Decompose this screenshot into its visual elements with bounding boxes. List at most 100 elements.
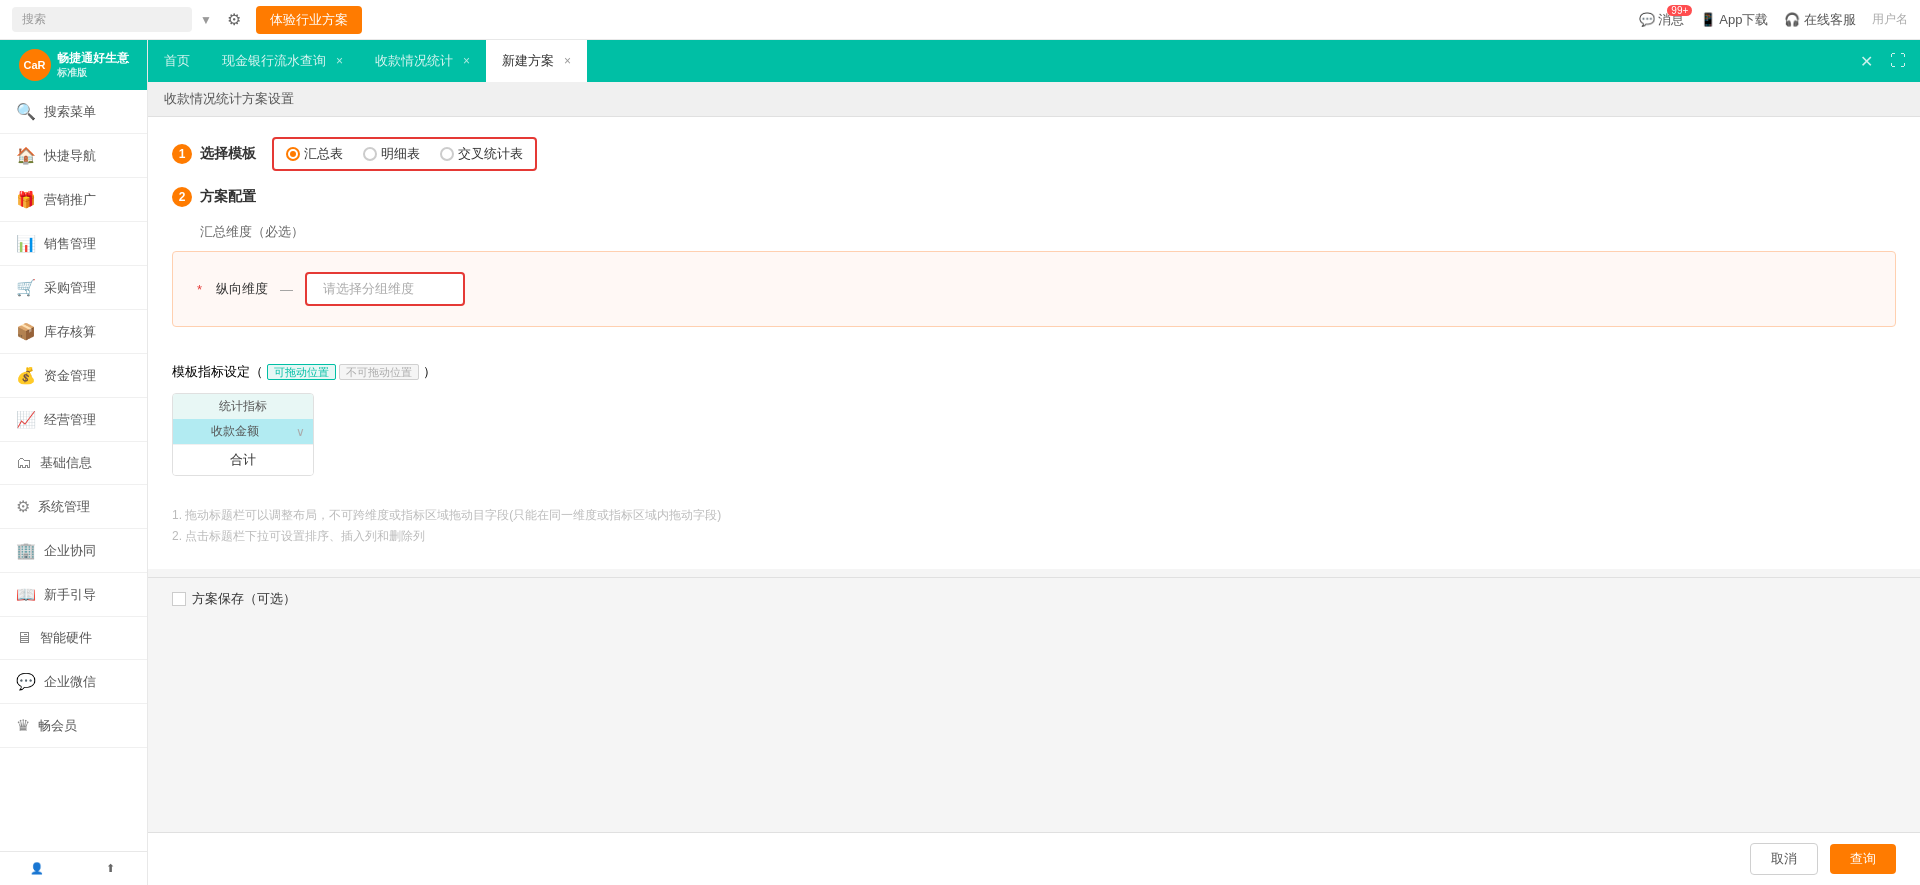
sidebar-item-guide[interactable]: 📖 新手引导 xyxy=(0,573,147,617)
tip-line-2: 2. 点击标题栏下拉可设置排序、插入列和删除列 xyxy=(172,528,1896,545)
user-name[interactable]: 用户名 xyxy=(1872,11,1908,28)
download-icon: 📱 xyxy=(1700,12,1716,27)
summary-dim-title: 汇总维度（必选） xyxy=(172,223,1896,241)
sidebar-item-label: 基础信息 xyxy=(40,454,92,472)
sidebar-item-inventory[interactable]: 📦 库存核算 xyxy=(0,310,147,354)
sidebar-item-basic[interactable]: 🗂 基础信息 xyxy=(0,442,147,485)
guide-icon: 📖 xyxy=(16,585,36,604)
member-icon: ♛ xyxy=(16,716,30,735)
stats-label: 统计指标 xyxy=(219,399,267,413)
purchase-icon: 🛒 xyxy=(16,278,36,297)
sidebar-item-member[interactable]: ♛ 畅会员 xyxy=(0,704,147,748)
home-icon: 🏠 xyxy=(16,146,36,165)
tab-newplan-close[interactable]: × xyxy=(564,54,571,68)
basic-icon: 🗂 xyxy=(16,454,32,472)
template-radio-group: 汇总表 明细表 交叉统计表 xyxy=(272,137,537,171)
config-area: 汇总维度（必选） * 纵向维度 — 请选择分组维度 xyxy=(172,223,1896,327)
finance-icon: 💰 xyxy=(16,366,36,385)
tab-close-btn[interactable]: ✕ xyxy=(1852,47,1880,75)
save-checkbox[interactable] xyxy=(172,592,186,606)
sidebar-logo: CaR 畅捷通好生意 标准版 xyxy=(0,40,147,90)
sidebar-item-purchase[interactable]: 🛒 采购管理 xyxy=(0,266,147,310)
service-label: 在线客服 xyxy=(1804,12,1856,27)
sidebar: CaR 畅捷通好生意 标准版 🔍 搜索菜单 🏠 快捷导航 🎁 营销推广 📊 销售… xyxy=(0,40,148,885)
sidebar-item-label: 快捷导航 xyxy=(44,147,96,165)
radio-cross-circle xyxy=(440,147,454,161)
radio-cross[interactable]: 交叉统计表 xyxy=(440,145,523,163)
sidebar-bottom: 👤 ⬆ xyxy=(0,851,147,885)
radio-summary-circle xyxy=(286,147,300,161)
radio-detail-label: 明细表 xyxy=(381,145,420,163)
inventory-icon: 📦 xyxy=(16,322,36,341)
col-name-label: 收款金额 xyxy=(173,423,296,440)
vertical-dim-label: 纵向维度 xyxy=(216,280,268,298)
top-header: 搜索 ▼ ⚙ 体验行业方案 💬 99+ 消息 📱 App下载 🎧 在线客服 用户… xyxy=(0,0,1920,40)
system-icon: ⚙ xyxy=(16,497,30,516)
sidebar-item-wechat[interactable]: 💬 企业微信 xyxy=(0,660,147,704)
sales-icon: 📊 xyxy=(16,234,36,253)
step2-label: 方案配置 xyxy=(200,188,256,206)
search-icon: 🔍 xyxy=(16,102,36,121)
sidebar-item-finance[interactable]: 💰 资金管理 xyxy=(0,354,147,398)
main-layout: CaR 畅捷通好生意 标准版 🔍 搜索菜单 🏠 快捷导航 🎁 营销推广 📊 销售… xyxy=(0,40,1920,885)
service-icon: 🎧 xyxy=(1784,12,1800,27)
tab-expand-btn[interactable]: ⛶ xyxy=(1884,47,1912,75)
sidebar-item-sales[interactable]: 📊 销售管理 xyxy=(0,222,147,266)
tab-bar: 首页 现金银行流水查询 × 收款情况统计 × 新建方案 × ✕ ⛶ xyxy=(148,40,1920,82)
sidebar-item-label: 经营管理 xyxy=(44,411,96,429)
dim-select[interactable]: 请选择分组维度 xyxy=(305,272,465,306)
sidebar-item-label: 智能硬件 xyxy=(40,629,92,647)
trial-button[interactable]: 体验行业方案 xyxy=(256,6,362,34)
message-button[interactable]: 💬 99+ 消息 xyxy=(1639,11,1685,29)
sidebar-item-system[interactable]: ⚙ 系统管理 xyxy=(0,485,147,529)
page-breadcrumb: 收款情况统计方案设置 xyxy=(148,82,1920,117)
stats-col-header: 收款金额 ∨ xyxy=(173,419,313,444)
radio-detail-circle xyxy=(363,147,377,161)
sidebar-bottom-upload[interactable]: ⬆ xyxy=(74,852,148,885)
header-right: 💬 99+ 消息 📱 App下载 🎧 在线客服 用户名 xyxy=(1639,11,1908,29)
tab-receipt-label: 收款情况统计 xyxy=(375,52,453,70)
sidebar-item-marketing[interactable]: 🎁 营销推广 xyxy=(0,178,147,222)
tab-home[interactable]: 首页 xyxy=(148,40,206,82)
sidebar-item-enterprise[interactable]: 🏢 企业协同 xyxy=(0,529,147,573)
col-arrow-icon[interactable]: ∨ xyxy=(296,425,305,439)
management-icon: 📈 xyxy=(16,410,36,429)
save-label: 方案保存（可选） xyxy=(192,590,296,608)
step2-row: 2 方案配置 xyxy=(172,187,1896,207)
service-button[interactable]: 🎧 在线客服 xyxy=(1784,11,1856,29)
sidebar-item-label: 企业协同 xyxy=(44,542,96,560)
tab-receipt-close[interactable]: × xyxy=(463,54,470,68)
gear-icon[interactable]: ⚙ xyxy=(220,6,248,34)
sidebar-item-label: 企业微信 xyxy=(44,673,96,691)
query-button[interactable]: 查询 xyxy=(1830,844,1896,874)
sidebar-item-search[interactable]: 🔍 搜索菜单 xyxy=(0,90,147,134)
indicator-settings-label: 模板指标设定（ 可拖动位置 不可拖动位置 ） xyxy=(172,363,436,381)
message-icon: 💬 xyxy=(1639,12,1655,27)
logo-text: 畅捷通好生意 标准版 xyxy=(57,51,129,80)
tab-receipt[interactable]: 收款情况统计 × xyxy=(359,40,486,82)
indicator-section: 模板指标设定（ 可拖动位置 不可拖动位置 ） 统计指标 xyxy=(148,363,1920,495)
step1-row: 1 选择模板 汇总表 明细表 交叉统计表 xyxy=(172,137,1896,171)
cancel-button[interactable]: 取消 xyxy=(1750,843,1818,875)
tab-cashflow-close[interactable]: × xyxy=(336,54,343,68)
sidebar-item-nav[interactable]: 🏠 快捷导航 xyxy=(0,134,147,178)
sidebar-item-label: 搜索菜单 xyxy=(44,103,96,121)
download-button[interactable]: 📱 App下载 xyxy=(1700,11,1768,29)
dim-required-mark: * xyxy=(197,282,202,297)
radio-detail[interactable]: 明细表 xyxy=(363,145,420,163)
tab-cashflow[interactable]: 现金银行流水查询 × xyxy=(206,40,359,82)
step1-badge: 1 xyxy=(172,144,192,164)
marketing-icon: 🎁 xyxy=(16,190,36,209)
movable-tag: 可拖动位置 xyxy=(267,364,336,380)
search-box[interactable]: 搜索 xyxy=(12,7,192,32)
sidebar-item-label: 采购管理 xyxy=(44,279,96,297)
sidebar-item-management[interactable]: 📈 经营管理 xyxy=(0,398,147,442)
tab-newplan[interactable]: 新建方案 × xyxy=(486,40,587,82)
sidebar-bottom-profile[interactable]: 👤 xyxy=(0,852,74,885)
sidebar-item-label: 系统管理 xyxy=(38,498,90,516)
radio-summary[interactable]: 汇总表 xyxy=(286,145,343,163)
dim-arrow: — xyxy=(280,282,293,297)
sidebar-item-hardware[interactable]: 🖥 智能硬件 xyxy=(0,617,147,660)
unmovable-tag: 不可拖动位置 xyxy=(339,364,419,380)
radio-cross-label: 交叉统计表 xyxy=(458,145,523,163)
